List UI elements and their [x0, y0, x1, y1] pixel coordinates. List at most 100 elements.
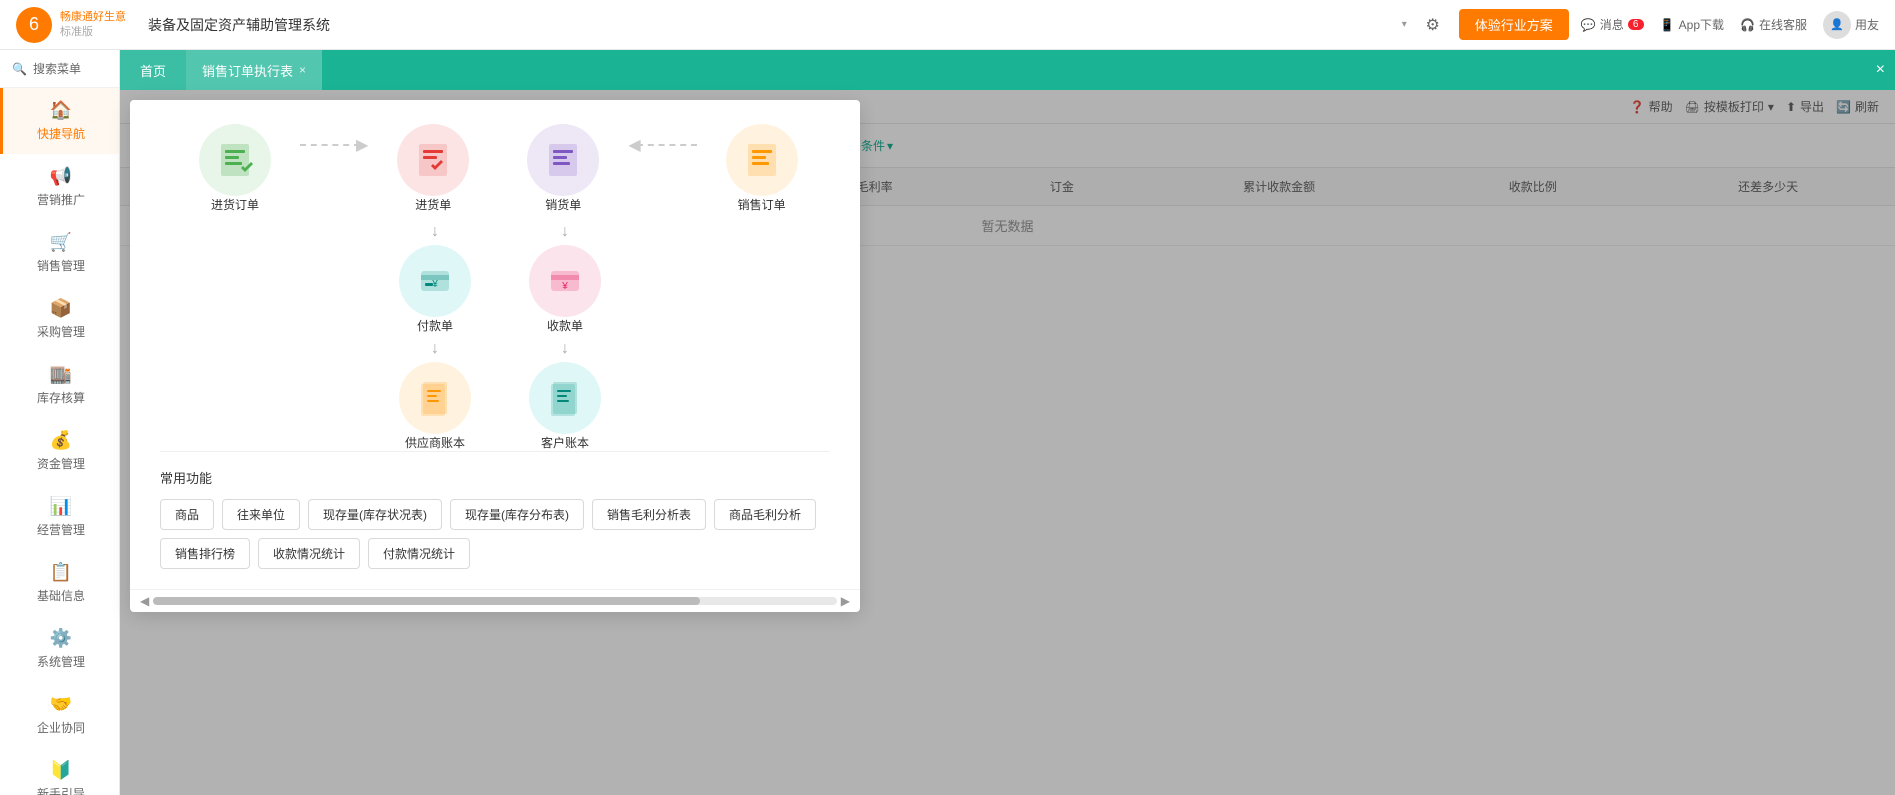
sidebar-item-system[interactable]: ⚙️ 系统管理 [0, 616, 119, 682]
quick-nav-modal: 进货订单 ▶ [130, 100, 860, 612]
svg-text:¥: ¥ [561, 281, 568, 292]
purchase-icon: 📦 [50, 298, 72, 319]
app-download-btn[interactable]: 📱 App下载 [1660, 16, 1724, 33]
operations-icon: 📊 [50, 496, 72, 517]
phone-icon: 📱 [1660, 18, 1675, 32]
sidebar-item-marketing[interactable]: 📢 营销推广 [0, 154, 119, 220]
sales-icon: 🛒 [50, 232, 72, 253]
search-icon: 🔍 [12, 62, 27, 76]
customer-ledger-circle[interactable] [529, 362, 601, 434]
arrow-down-receipt: ↓ [561, 223, 569, 241]
scroll-left-arrow[interactable]: ◀ [140, 594, 149, 608]
purchase-bill-icon [413, 140, 453, 180]
sidebar-item-label: 基础信息 [37, 587, 85, 604]
sidebar-item-quick-nav[interactable]: 🏠 快捷导航 [0, 88, 119, 154]
message-btn[interactable]: 💬 消息 6 [1581, 16, 1644, 33]
top-bar-right: 💬 消息 6 📱 App下载 🎧 在线客服 👤 用友 [1581, 11, 1879, 39]
sidebar-item-basic-info[interactable]: 📋 基础信息 [0, 550, 119, 616]
headset-icon: 🎧 [1740, 18, 1755, 32]
tab-bar: 首页 销售订单执行表 × × [120, 50, 1895, 90]
sales-bill-circle[interactable] [527, 124, 599, 196]
func-btn-sales-rank[interactable]: 销售排行榜 [160, 538, 250, 569]
func-btn-partners[interactable]: 往来单位 [222, 499, 300, 530]
func-btn-goods-profit[interactable]: 商品毛利分析 [714, 499, 816, 530]
sales-order-circle[interactable] [726, 124, 798, 196]
receipt-label: 收款单 [547, 317, 583, 334]
basic-info-icon: 📋 [50, 562, 72, 583]
sales-bill-label: 销货单 [545, 196, 581, 213]
receipt-icon: ¥ [545, 261, 585, 301]
overlay: 进货订单 ▶ [120, 90, 1895, 795]
func-buttons: 商品 往来单位 现存量(库存状况表) 现存量(库存分布表) 销售毛利分析表 商品… [160, 499, 830, 530]
top-bar: 6 畅康通好生意 标准版 装备及固定资产辅助管理系统 ▾ ⚙ 体验行业方案 💬 … [0, 0, 1895, 50]
guide-icon: 🔰 [50, 760, 72, 781]
sidebar-item-label: 新手引导 [37, 785, 85, 795]
sidebar-item-label: 销售管理 [37, 257, 85, 274]
supplier-ledger-label: 供应商账本 [405, 434, 465, 451]
sidebar: 🔍 搜索菜单 🏠 快捷导航 📢 营销推广 🛒 销售管理 📦 采购管理 🏬 库存核… [0, 50, 120, 795]
sidebar-item-enterprise[interactable]: 🤝 企业协同 [0, 682, 119, 748]
tab-close-icon[interactable]: × [299, 63, 306, 77]
sidebar-item-finance[interactable]: 💰 资金管理 [0, 418, 119, 484]
payment-label: 付款单 [417, 317, 453, 334]
avatar: 👤 [1823, 11, 1851, 39]
sidebar-item-inventory[interactable]: 🏬 库存核算 [0, 352, 119, 418]
func-btn-goods[interactable]: 商品 [160, 499, 214, 530]
purchase-order-icon [215, 140, 255, 180]
purchase-bill-circle[interactable] [397, 124, 469, 196]
home-icon: 🏠 [50, 100, 72, 121]
flow-cell-payment: ↓ ¥ 付款单 [370, 223, 500, 334]
purchase-order-circle[interactable] [199, 124, 271, 196]
func-btn-payment-stats[interactable]: 付款情况统计 [368, 538, 470, 569]
system-dropdown-icon[interactable]: ▾ [1402, 19, 1407, 30]
supplier-ledger-icon [415, 378, 455, 418]
purchase-order-label: 进货订单 [211, 196, 259, 213]
flow-cell-purchase-bill: 进货单 [368, 124, 498, 213]
sidebar-item-label: 采购管理 [37, 323, 85, 340]
flow-cell-customer-ledger: ↓ 客户账本 [500, 340, 630, 451]
sales-bill-icon [543, 140, 583, 180]
sidebar-item-guide[interactable]: 🔰 新手引导 [0, 748, 119, 795]
sidebar-item-label: 资金管理 [37, 455, 85, 472]
sidebar-item-label: 系统管理 [37, 653, 85, 670]
sidebar-item-sales[interactable]: 🛒 销售管理 [0, 220, 119, 286]
inventory-icon: 🏬 [50, 364, 72, 385]
flow-cell-sales-bill: 销货单 [498, 124, 628, 213]
sidebar-item-label: 快捷导航 [37, 125, 85, 142]
message-badge: 6 [1628, 19, 1644, 30]
search-menu-btn[interactable]: 🔍 搜索菜单 [0, 50, 119, 88]
func-btn-sales-profit[interactable]: 销售毛利分析表 [592, 499, 706, 530]
sales-order-icon [742, 140, 782, 180]
arrow-down-supplier: ↓ [431, 340, 439, 358]
sidebar-item-operations[interactable]: 📊 经营管理 [0, 484, 119, 550]
logo-area: 6 畅康通好生意 标准版 [16, 7, 136, 43]
logo-icon: 6 [16, 7, 52, 43]
online-service-btn[interactable]: 🎧 在线客服 [1740, 16, 1807, 33]
user-menu[interactable]: 👤 用友 [1823, 11, 1879, 39]
scroll-track[interactable] [153, 597, 837, 605]
receipt-circle[interactable]: ¥ [529, 245, 601, 317]
system-icon: ⚙️ [50, 628, 72, 649]
experience-button[interactable]: 体验行业方案 [1459, 9, 1569, 40]
settings-icon[interactable]: ⚙ [1419, 11, 1447, 39]
sidebar-item-label: 营销推广 [37, 191, 85, 208]
tab-bar-close-btn[interactable]: × [1876, 61, 1885, 79]
flow-cell-supplier-ledger: ↓ 供应商账本 [370, 340, 500, 451]
modal-body: 进货订单 ▶ [130, 100, 860, 589]
tab-sales-order[interactable]: 销售订单执行表 × [186, 50, 322, 90]
func-buttons-row2: 销售排行榜 收款情况统计 付款情况统计 [160, 538, 830, 569]
common-funcs-title: 常用功能 [160, 468, 830, 487]
tab-home[interactable]: 首页 [120, 50, 186, 90]
payment-icon: ¥ [415, 261, 455, 301]
func-btn-receipt-stats[interactable]: 收款情况统计 [258, 538, 360, 569]
func-btn-stock-dist[interactable]: 现存量(库存分布表) [450, 499, 584, 530]
connector-2: ◀ [628, 135, 696, 203]
payment-circle[interactable]: ¥ [399, 245, 471, 317]
scroll-right-arrow[interactable]: ▶ [841, 594, 850, 608]
finance-icon: 💰 [50, 430, 72, 451]
system-title: 装备及固定资产辅助管理系统 [148, 15, 1390, 35]
sidebar-item-label: 经营管理 [37, 521, 85, 538]
func-btn-stock-status[interactable]: 现存量(库存状况表) [308, 499, 442, 530]
supplier-ledger-circle[interactable] [399, 362, 471, 434]
sidebar-item-purchase[interactable]: 📦 采购管理 [0, 286, 119, 352]
